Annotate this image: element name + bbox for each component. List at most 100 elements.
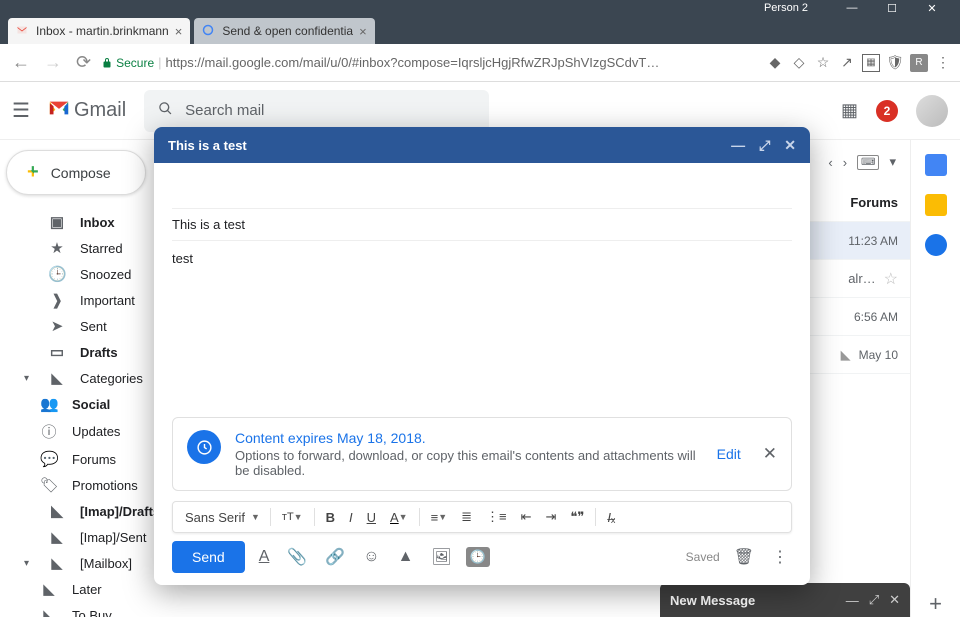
compose-title: This is a test: [168, 138, 247, 153]
minimized-compose[interactable]: New Message — ⤢ ✕: [660, 583, 910, 617]
numbered-list-button[interactable]: ≣: [456, 506, 477, 528]
extension-icon[interactable]: ▦: [862, 54, 880, 72]
confidential-mode-icon[interactable]: 🕒: [466, 547, 490, 567]
apps-grid-icon[interactable]: ▦: [841, 100, 858, 121]
info-icon: ⓘ: [40, 421, 58, 442]
font-family-select[interactable]: Sans Serif▼: [181, 508, 264, 527]
clock-icon: 🕒: [48, 265, 66, 283]
url-text: https://mail.google.com/mail/u/0/#inbox?…: [166, 55, 660, 70]
recipients-field[interactable]: [172, 175, 792, 209]
extension-icon[interactable]: ◆: [766, 54, 784, 72]
bold-button[interactable]: B: [321, 507, 340, 528]
pagination-next-icon[interactable]: ›: [843, 155, 847, 170]
italic-button[interactable]: I: [344, 507, 358, 528]
confidential-desc: Options to forward, download, or copy th…: [235, 448, 703, 478]
attach-icon[interactable]: 📎: [283, 543, 311, 571]
indent-more-button[interactable]: ⇥: [541, 506, 562, 528]
label-icon: ◣: [48, 554, 66, 572]
add-addon-button[interactable]: +: [929, 591, 942, 617]
compose-button[interactable]: + Compose: [6, 150, 146, 195]
gmail-logo[interactable]: Gmail: [48, 97, 126, 125]
browser-tab-active[interactable]: Inbox - martin.brinkmann ×: [8, 18, 190, 44]
confidential-clock-icon: [187, 430, 221, 464]
notifications-badge[interactable]: 2: [876, 100, 898, 122]
text-format-icon[interactable]: A: [255, 544, 274, 570]
extension-icon[interactable]: ↗: [838, 54, 856, 72]
quote-button[interactable]: ❝❞: [565, 506, 589, 528]
star-outline-icon[interactable]: ☆: [884, 269, 898, 289]
nav-forward-button[interactable]: →: [40, 48, 66, 77]
minimize-icon[interactable]: —: [731, 137, 745, 153]
tab-close-icon[interactable]: ×: [175, 24, 183, 39]
mini-close-icon[interactable]: ✕: [889, 592, 900, 608]
sidebar-item-tobuy[interactable]: ◣To Buy: [6, 602, 234, 617]
label-icon: ◣: [48, 369, 66, 387]
bookmark-empty-icon[interactable]: ◇: [790, 54, 808, 72]
bulleted-list-button[interactable]: ⋮≡: [481, 506, 512, 528]
inbox-icon: ▣: [48, 213, 66, 231]
calendar-addon-icon[interactable]: [925, 154, 947, 176]
compose-dialog: This is a test — ⤢ ✕ This is a test test…: [154, 127, 810, 585]
profile-label: Person 2: [764, 2, 808, 14]
nav-back-button[interactable]: ←: [8, 48, 34, 77]
side-panel: +: [910, 140, 960, 617]
gmail-favicon: [16, 24, 30, 38]
align-button[interactable]: ≡ ▼: [426, 507, 453, 528]
window-maximize-button[interactable]: ☐: [872, 2, 912, 15]
drive-icon[interactable]: ▲: [394, 544, 418, 570]
nav-reload-button[interactable]: ⟳: [72, 48, 95, 77]
subject-field[interactable]: This is a test: [172, 209, 792, 241]
window-minimize-button[interactable]: —: [832, 2, 872, 14]
main-menu-icon[interactable]: ☰: [12, 98, 30, 123]
account-avatar[interactable]: [916, 95, 948, 127]
text-color-button[interactable]: A ▼: [385, 507, 413, 528]
window-close-button[interactable]: ✕: [912, 2, 952, 15]
more-options-icon[interactable]: ⋮: [768, 543, 792, 571]
forum-icon: 💬: [40, 450, 58, 468]
tag-icon: 🏷: [40, 476, 58, 494]
confidential-banner: Content expires May 18, 2018. Options to…: [172, 417, 792, 491]
drafts-icon: ▭: [48, 343, 66, 361]
tab-close-icon[interactable]: ×: [359, 24, 367, 39]
insert-link-icon[interactable]: 🔗: [321, 543, 349, 571]
browser-menu-icon[interactable]: ⋮: [934, 54, 952, 72]
keep-addon-icon[interactable]: [925, 194, 947, 216]
browser-address-bar: ← → ⟳ Secure | https://mail.google.com/m…: [0, 44, 960, 82]
format-toolbar: Sans Serif▼ тT ▼ B I U A ▼ ≡ ▼ ≣ ⋮≡ ⇤ ⇥ …: [172, 501, 792, 533]
pagination-prev-icon[interactable]: ‹: [828, 155, 832, 170]
chevron-down-icon: ▼: [251, 512, 260, 522]
caret-down-icon: ▾: [24, 558, 34, 569]
underline-button[interactable]: U: [362, 507, 381, 528]
mini-minimize-icon[interactable]: —: [846, 593, 859, 608]
insert-photo-icon[interactable]: 🖼: [427, 543, 455, 571]
tab-title: Send & open confidentia: [222, 24, 353, 38]
emoji-icon[interactable]: ☺: [359, 544, 383, 570]
search-input[interactable]: Search mail: [144, 90, 488, 132]
confidential-edit-button[interactable]: Edit: [717, 446, 741, 462]
shield-icon[interactable]: 🛡: [886, 54, 904, 72]
lock-icon: [101, 57, 113, 69]
search-icon: [158, 101, 173, 120]
saved-label: Saved: [686, 550, 720, 564]
fullscreen-exit-icon[interactable]: ⤢: [759, 137, 770, 154]
keyboard-icon[interactable]: ⌨: [857, 155, 879, 170]
mini-expand-icon[interactable]: ⤢: [869, 592, 879, 608]
confidential-close-icon[interactable]: ✕: [763, 444, 777, 464]
google-favicon: [202, 24, 216, 38]
browser-tab[interactable]: Send & open confidentia ×: [194, 18, 374, 44]
indent-less-button[interactable]: ⇤: [516, 506, 537, 528]
discard-draft-icon[interactable]: 🗑: [730, 543, 758, 571]
font-size-button[interactable]: тT ▼: [277, 508, 308, 526]
remove-format-button[interactable]: I̶ₓ: [602, 507, 620, 528]
send-button[interactable]: Send: [172, 541, 245, 573]
settings-caret-icon[interactable]: ▾: [889, 154, 896, 170]
extension-icon[interactable]: R: [910, 54, 928, 72]
message-body[interactable]: test: [172, 241, 792, 417]
plus-icon: +: [27, 161, 39, 184]
people-icon: 👥: [40, 395, 58, 413]
tasks-addon-icon[interactable]: [925, 234, 947, 256]
compose-header[interactable]: This is a test — ⤢ ✕: [154, 127, 810, 163]
close-icon[interactable]: ✕: [784, 137, 796, 154]
bookmark-star-icon[interactable]: ☆: [814, 54, 832, 72]
url-box[interactable]: Secure | https://mail.google.com/mail/u/…: [101, 55, 760, 70]
